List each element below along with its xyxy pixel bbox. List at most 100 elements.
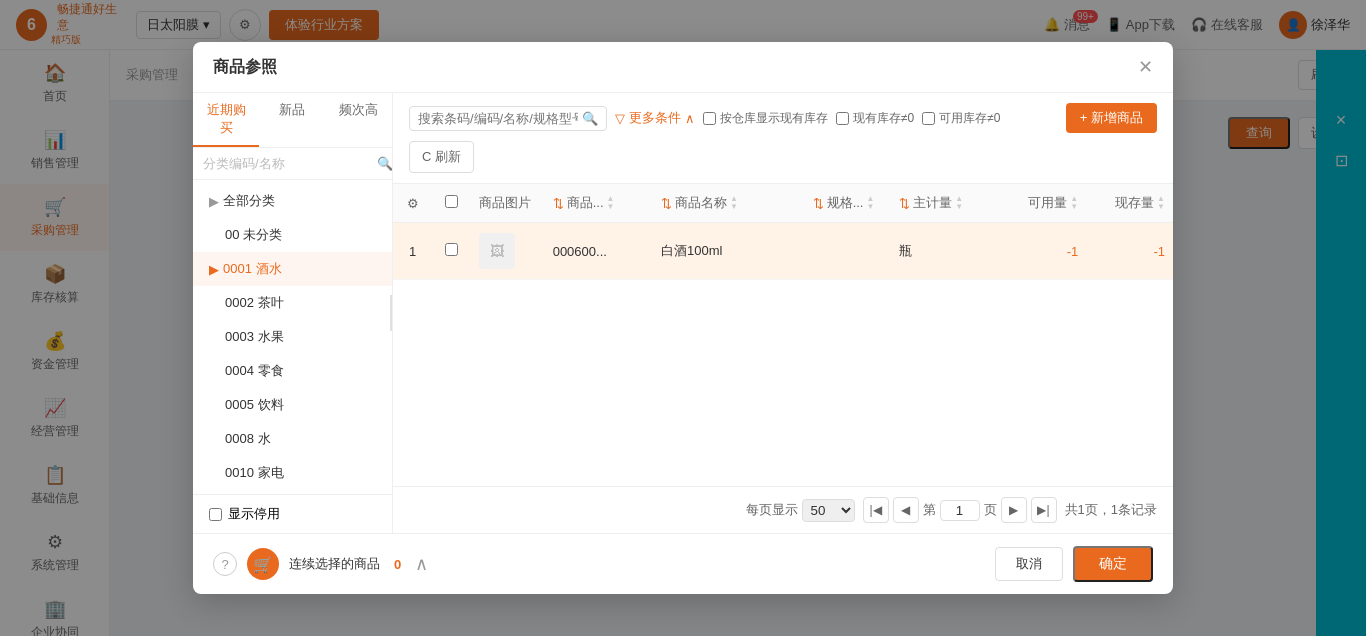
table-row[interactable]: 1 🖼 000600... 白酒100ml <box>393 223 1173 280</box>
available-stock-label: 可用库存≠0 <box>939 110 1000 127</box>
cat-0001-label: 0001 酒水 <box>223 260 282 278</box>
cart-icon-wrap: 🛒 <box>247 548 279 580</box>
category-search-input[interactable] <box>203 156 371 171</box>
cat-0002-label: 0002 茶叶 <box>209 294 284 312</box>
row-available: -1 <box>978 223 1086 280</box>
th-stock-label: 现存量 <box>1115 194 1154 212</box>
warehouse-stock-checkbox[interactable] <box>703 112 716 125</box>
unit-sort-arrows[interactable]: ▲▼ <box>955 195 963 211</box>
row-name: 白酒100ml <box>653 223 805 280</box>
th-spec-label: 规格... <box>827 194 864 212</box>
collapse-icon: 《 <box>393 307 394 320</box>
cat-item-0008[interactable]: 0008 水 <box>193 422 392 456</box>
modal-close-button[interactable]: ✕ <box>1138 56 1153 78</box>
code-sort-arrows[interactable]: ▲▼ <box>607 195 615 211</box>
per-page-select[interactable]: 50 20 100 <box>802 499 855 522</box>
product-search-icon[interactable]: 🔍 <box>582 111 598 126</box>
th-image: 商品图片 <box>471 184 545 223</box>
page-text-label: 第 <box>923 501 936 519</box>
expand-0001-icon: ▶ <box>209 262 219 277</box>
refresh-button[interactable]: C 刷新 <box>409 141 474 173</box>
modal-header: 商品参照 ✕ <box>193 42 1173 93</box>
current-stock-label: 现有库存≠0 <box>853 110 914 127</box>
cat-item-00[interactable]: 00 未分类 <box>193 218 392 252</box>
sort-code-icon: ⇅ <box>553 196 564 211</box>
page-size-selector: 每页显示 50 20 100 <box>746 499 855 522</box>
spec-sort-arrows[interactable]: ▲▼ <box>866 195 874 211</box>
prev-page-button[interactable]: ◀ <box>893 497 919 523</box>
cat-item-0004[interactable]: 0004 零食 <box>193 354 392 388</box>
filter-available-stock-nonzero[interactable]: 可用库存≠0 <box>922 110 1000 127</box>
filter-by-warehouse[interactable]: 按仓库显示现有库存 <box>703 110 828 127</box>
product-search-input[interactable] <box>418 111 578 126</box>
available-stock-checkbox[interactable] <box>922 112 935 125</box>
stock-sort-arrows[interactable]: ▲▼ <box>1157 195 1165 211</box>
product-image: 🖼 <box>479 233 515 269</box>
table-body: 1 🖼 000600... 白酒100ml <box>393 223 1173 280</box>
show-disabled-label[interactable]: 显示停用 <box>228 505 280 523</box>
product-toolbar: 🔍 ▽ 更多条件 ∧ 按仓库显示现有库存 现有库存≠0 可用库存≠0 <box>393 93 1173 184</box>
add-product-button[interactable]: + 新增商品 <box>1066 103 1157 133</box>
modal-body: 近期购买 新品 频次高 🔍 《 ▶ 全部分类 00 未分类 <box>193 93 1173 533</box>
page-number-input[interactable] <box>940 500 980 521</box>
row-checkbox-cell <box>432 223 471 280</box>
more-filter-button[interactable]: ▽ 更多条件 ∧ <box>615 109 695 127</box>
sort-spec-icon: ⇅ <box>813 196 824 211</box>
cart-icon: 🛒 <box>253 555 273 574</box>
row-unit: 瓶 <box>891 223 978 280</box>
cat-00-label: 00 未分类 <box>209 226 282 244</box>
first-page-button[interactable]: |◀ <box>863 497 889 523</box>
image-placeholder-icon: 🖼 <box>490 243 504 259</box>
last-page-button[interactable]: ▶| <box>1031 497 1057 523</box>
row-num: 1 <box>393 223 432 280</box>
product-reference-modal: 商品参照 ✕ 近期购买 新品 频次高 🔍 《 ▶ <box>193 42 1173 594</box>
footer-up-icon[interactable]: ∧ <box>415 553 428 575</box>
confirm-button[interactable]: 确定 <box>1073 546 1153 582</box>
row-checkbox[interactable] <box>445 243 458 256</box>
page-label: 页 <box>984 501 997 519</box>
next-page-button[interactable]: ▶ <box>1001 497 1027 523</box>
tab-new-products[interactable]: 新品 <box>259 93 325 147</box>
th-image-label: 商品图片 <box>479 194 531 212</box>
product-table: ⚙ 商品图片 <box>393 184 1173 280</box>
row-image-cell: 🖼 <box>471 223 545 280</box>
expand-all-icon: ▶ <box>209 194 219 209</box>
category-panel: 近期购买 新品 频次高 🔍 《 ▶ 全部分类 00 未分类 <box>193 93 393 533</box>
warehouse-stock-label: 按仓库显示现有库存 <box>720 110 828 127</box>
select-all-checkbox[interactable] <box>445 195 458 208</box>
cat-item-0001[interactable]: ▶ 0001 酒水 <box>193 252 392 286</box>
th-code-label: 商品... <box>567 194 604 212</box>
cat-all-label: 全部分类 <box>223 192 275 210</box>
page-total: 共1页，1条记录 <box>1065 501 1157 519</box>
product-search-box: 🔍 <box>409 106 607 131</box>
th-name-label: 商品名称 <box>675 194 727 212</box>
th-unit: ⇅ 主计量 ▲▼ <box>891 184 978 223</box>
row-spec <box>805 223 892 280</box>
cat-item-0005[interactable]: 0005 饮料 <box>193 388 392 422</box>
cat-item-all[interactable]: ▶ 全部分类 <box>193 184 392 218</box>
cart-count: 0 <box>394 557 401 572</box>
filter-current-stock-nonzero[interactable]: 现有库存≠0 <box>836 110 914 127</box>
product-panel: 🔍 ▽ 更多条件 ∧ 按仓库显示现有库存 现有库存≠0 可用库存≠0 <box>393 93 1173 533</box>
current-stock-checkbox[interactable] <box>836 112 849 125</box>
tab-high-frequency[interactable]: 频次高 <box>326 93 392 147</box>
category-list: ▶ 全部分类 00 未分类 ▶ 0001 酒水 0002 茶叶 0003 水果 <box>193 180 392 494</box>
cat-0005-label: 0005 饮料 <box>209 396 284 414</box>
cat-item-0002[interactable]: 0002 茶叶 <box>193 286 392 320</box>
product-table-wrapper: ⚙ 商品图片 <box>393 184 1173 486</box>
cat-item-0010[interactable]: 0010 家电 <box>193 456 392 490</box>
tab-recent-purchase[interactable]: 近期购买 <box>193 93 259 147</box>
th-settings[interactable]: ⚙ <box>393 184 432 223</box>
avail-sort-arrows[interactable]: ▲▼ <box>1070 195 1078 211</box>
category-search-icon[interactable]: 🔍 <box>377 156 393 171</box>
filter-icon: ▽ <box>615 111 625 126</box>
show-disabled-checkbox[interactable] <box>209 508 222 521</box>
name-sort-arrows[interactable]: ▲▼ <box>730 195 738 211</box>
th-name: ⇅ 商品名称 ▲▼ <box>653 184 805 223</box>
help-icon[interactable]: ? <box>213 552 237 576</box>
cancel-button[interactable]: 取消 <box>995 547 1063 581</box>
cat-item-0003[interactable]: 0003 水果 <box>193 320 392 354</box>
th-avail-label: 可用量 <box>1028 194 1067 212</box>
category-collapse-button[interactable]: 《 <box>390 295 393 331</box>
th-spec: ⇅ 规格... ▲▼ <box>805 184 892 223</box>
